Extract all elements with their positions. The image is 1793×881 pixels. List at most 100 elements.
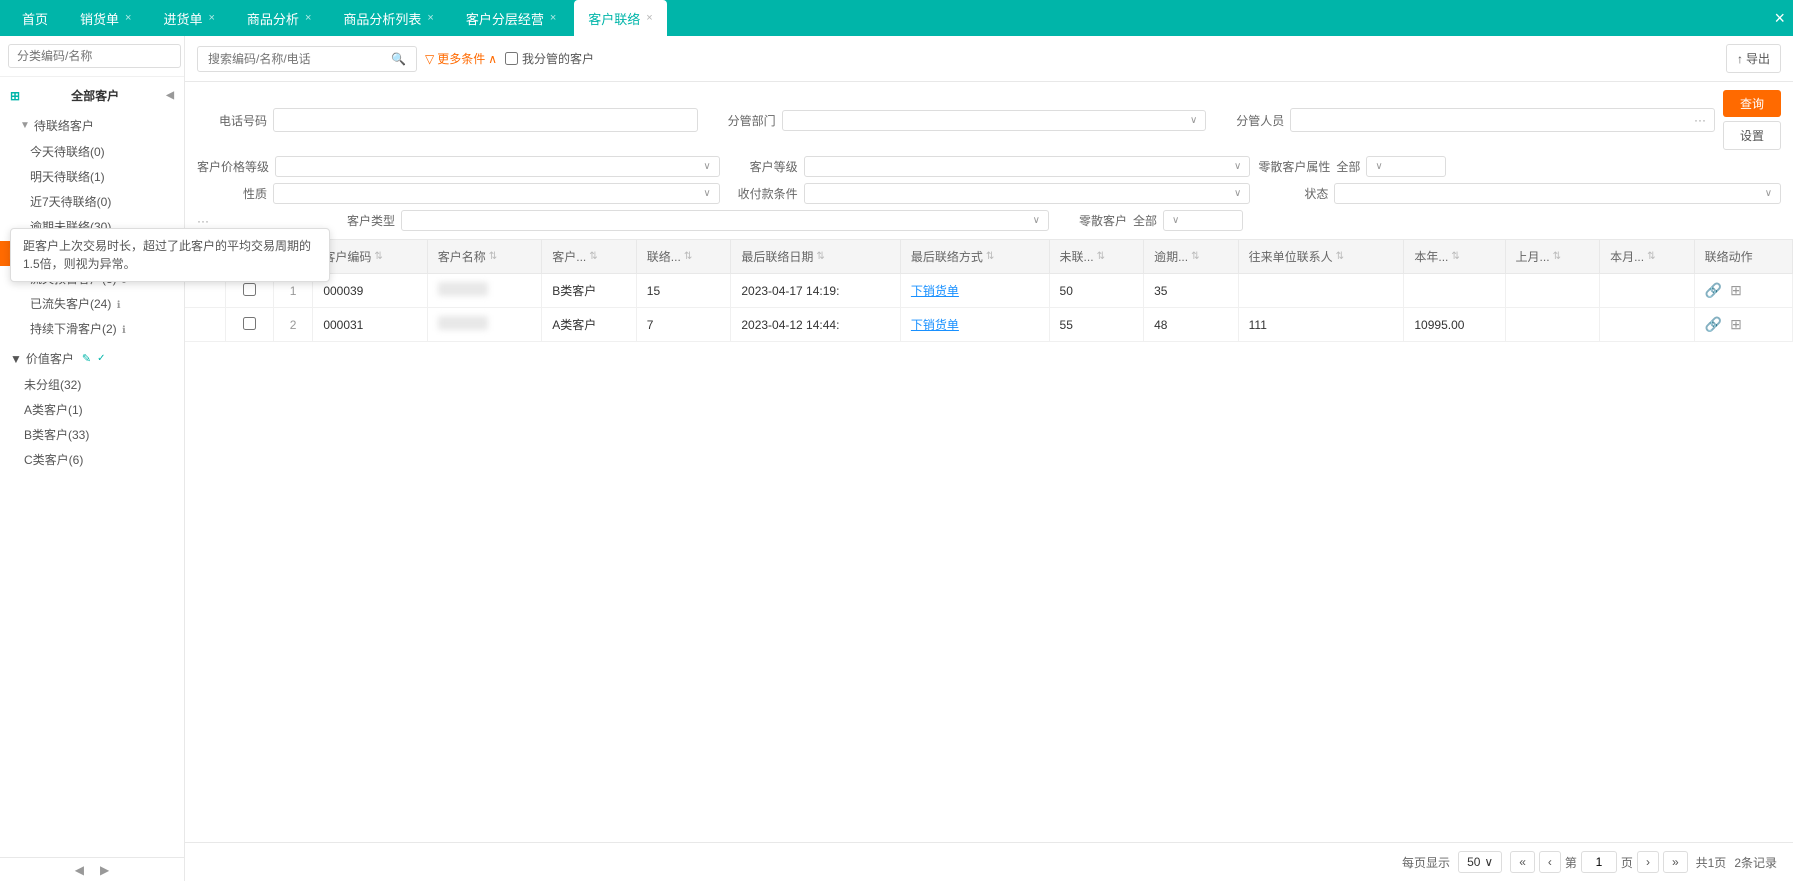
sidebar-scroll-left[interactable]: ◀ [75,863,84,877]
sidebar-all-customers-label: 全部客户 [71,87,119,104]
close-all-button[interactable]: × [1774,8,1785,29]
filter-phone-label: 电话号码 [197,112,267,129]
nav-tab-analysis-list-close[interactable]: × [427,12,433,24]
nav-tab-analysis[interactable]: 商品分析 × [233,0,325,36]
my-customer-checkbox[interactable]: 我分管的客户 [505,50,594,67]
filter-customer-level-select[interactable]: ∨ [804,156,1251,177]
filter-dept-select[interactable]: ∨ [782,110,1207,131]
my-customer-check[interactable] [505,52,518,65]
today-pending[interactable]: 今天待联络(0) [0,139,184,164]
page-size-arrow: ∨ [1484,855,1493,869]
next-page-button[interactable]: › [1637,851,1659,873]
row-checkbox[interactable] [243,317,256,330]
filter-retail-customer-select[interactable]: ∨ [1163,210,1243,231]
filter-payment-arrow: ∨ [1234,188,1241,199]
nav-tab-customer-contact-close[interactable]: × [646,12,652,24]
row-checkbox[interactable] [243,283,256,296]
pending-contact-title[interactable]: ▼ 待联络客户 [0,112,184,139]
th-contact-count-sort[interactable]: ⇅ [684,251,692,262]
value-customer-header[interactable]: ▼ 价值客户 ✎ ✓ [0,345,184,372]
row-code: 000039 [313,274,427,308]
nav-tab-sales[interactable]: 销货单 × [66,0,145,36]
nav-tab-analysis-close[interactable]: × [305,12,311,24]
more-conditions-button[interactable]: ▽ 更多条件 ∧ [425,50,497,67]
sidebar-search-area: 🔍 [0,36,184,77]
filter-manager-dots[interactable]: ··· [1694,113,1706,127]
row-last-date: 2023-04-17 14:19: [731,274,901,308]
th-overdue-sort[interactable]: ⇅ [1191,251,1199,262]
th-last-method-sort[interactable]: ⇅ [986,251,994,262]
filter-retail-customer-inline-label: 全部 [1133,212,1157,229]
th-this-year-sort[interactable]: ⇅ [1451,251,1459,262]
my-customer-label: 我分管的客户 [522,50,594,67]
th-last-date-label: 最后联络日期 [741,248,813,265]
prev-page-button[interactable]: ‹ [1539,851,1561,873]
filter-dept: 分管部门 ∨ [706,110,1207,131]
query-button[interactable]: 查询 [1723,90,1781,117]
filter-customer-type-select[interactable]: ∨ [401,210,1049,231]
th-uncontacted-sort[interactable]: ⇅ [1097,251,1105,262]
declining-info-icon: ℹ [122,325,126,336]
a-class-item[interactable]: A类客户(1) [0,397,184,422]
th-code-sort[interactable]: ⇅ [374,251,382,262]
nav-tab-customer-segment[interactable]: 客户分层经营 × [452,0,570,36]
nav-tab-customer-contact[interactable]: 客户联络 × [574,0,666,36]
nav-tab-customer-segment-close[interactable]: × [550,12,556,24]
filter-nature-select[interactable]: ∨ [273,183,720,204]
sidebar-scroll-right[interactable]: ▶ [100,863,109,877]
nav-tab-purchase[interactable]: 进货单 × [149,0,228,36]
nav-tab-home[interactable]: 首页 [8,0,62,36]
filter-phone-input[interactable] [273,108,698,132]
filter-retail-attr-select[interactable]: ∨ [1366,156,1446,177]
c-class-item[interactable]: C类客户(6) [0,447,184,472]
filter-dept-arrow: ∨ [1190,115,1197,126]
filter-status-select[interactable]: ∨ [1334,183,1781,204]
export-button[interactable]: ↑ 导出 [1726,44,1781,73]
current-page-input[interactable] [1581,851,1617,873]
th-last-date-sort[interactable]: ⇅ [816,251,824,262]
last-page-button[interactable]: » [1663,851,1688,873]
search-input[interactable] [208,52,387,66]
first-page-button[interactable]: « [1510,851,1535,873]
action-grid-icon[interactable]: ⊞ [1730,316,1742,333]
row-this-month [1600,308,1695,342]
filter-row-3: 性质 ∨ 收付款条件 ∨ 状态 [197,183,1781,204]
th-this-month-label: 本月... [1610,248,1644,265]
nav-tab-purchase-close[interactable]: × [208,12,214,24]
declining-customer-item[interactable]: 持续下滑客户(2) ℹ [0,316,184,341]
sidebar-collapse-icon[interactable]: ◀ [166,90,174,101]
filter-price-level: 客户价格等级 ∨ [197,156,720,177]
th-name-sort[interactable]: ⇅ [489,251,497,262]
action-link-icon[interactable]: 🔗 [1705,282,1722,299]
nav-tab-analysis-list[interactable]: 商品分析列表 × [329,0,447,36]
filter-manager: 分管人员 ··· [1214,108,1715,132]
filter-payment-select[interactable]: ∨ [804,183,1251,204]
th-this-month-sort[interactable]: ⇅ [1647,251,1655,262]
action-grid-icon[interactable]: ⊞ [1730,282,1742,299]
value-customer-edit-icon[interactable]: ✎ [82,352,91,365]
row-contact-count: 15 [636,274,731,308]
nav-tab-sales-close[interactable]: × [125,12,131,24]
filter-price-level-select[interactable]: ∨ [275,156,720,177]
value-customer-group: ▼ 价值客户 ✎ ✓ 未分组(32) A类客户(1) B类客户(33) C类客户… [0,341,184,476]
settings-button[interactable]: 设置 [1723,121,1781,150]
filter-manager-select[interactable]: ··· [1290,108,1715,132]
th-unit-contact-sort[interactable]: ⇅ [1336,251,1344,262]
last-method-link[interactable]: 下销货单 [911,284,959,298]
th-level-sort[interactable]: ⇅ [589,251,597,262]
b-class-item[interactable]: B类客户(33) [0,422,184,447]
tomorrow-pending[interactable]: 明天待联络(1) [0,164,184,189]
action-link-icon[interactable]: 🔗 [1705,316,1722,333]
sidebar: 🔍 ⊞ 全部客户 ◀ ▼ 待联络客户 今天待联络(0) 明天待联络(1) 近7天… [0,36,185,881]
ungroup-item[interactable]: 未分组(32) [0,372,184,397]
page-size-select[interactable]: 50 ∨ [1458,851,1502,873]
sidebar-search-input[interactable] [8,44,181,68]
week-pending[interactable]: 近7天待联络(0) [0,189,184,214]
last-method-link[interactable]: 下销货单 [911,318,959,332]
toolbar-search-icon[interactable]: 🔍 [391,52,406,66]
filter-price-level-arrow: ∨ [703,161,710,172]
th-last-month-sort[interactable]: ⇅ [1553,251,1561,262]
lost-customer-item[interactable]: 已流失客户(24) ℹ [0,291,184,316]
filter-row4-dots[interactable]: ··· [197,214,209,228]
filter-price-level-label: 客户价格等级 [197,158,269,175]
